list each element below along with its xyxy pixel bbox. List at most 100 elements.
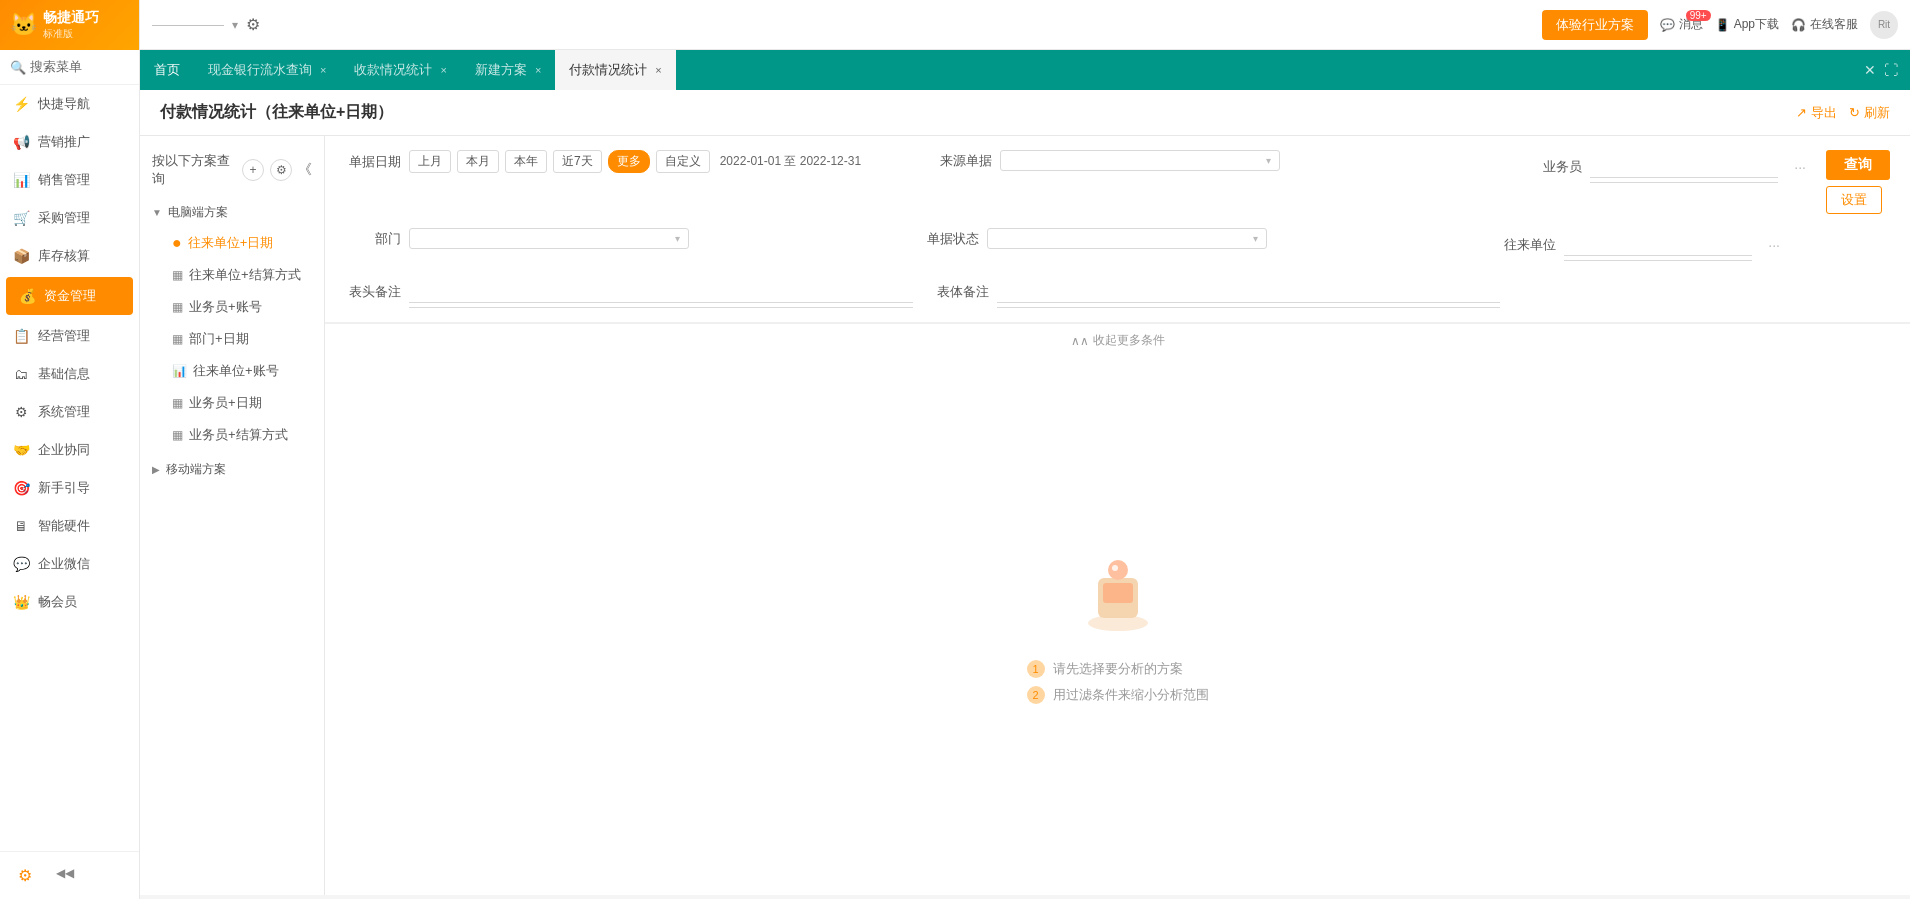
scheme-item-staff-settlement[interactable]: ▦ 业务员+结算方式 bbox=[140, 419, 324, 451]
scheme-item-staff-date[interactable]: ▦ 业务员+日期 bbox=[140, 387, 324, 419]
sidebar-item-basic[interactable]: 🗂 基础信息 bbox=[0, 355, 139, 393]
topbar-gear-icon[interactable]: ⚙ bbox=[246, 15, 260, 34]
sidebar-item-guide[interactable]: 🎯 新手引导 bbox=[0, 469, 139, 507]
member-icon: 👑 bbox=[12, 593, 30, 611]
empty-hints: 1 请先选择要分析的方案 2 用过滤条件来缩小分析范围 bbox=[1027, 660, 1209, 704]
scheme-group-desktop-title[interactable]: ▼ 电脑端方案 bbox=[140, 198, 324, 227]
quick-nav-icon: ⚡ bbox=[12, 95, 30, 113]
sidebar-item-system[interactable]: ⚙ 系统管理 bbox=[0, 393, 139, 431]
scheme-item-dept-date[interactable]: ▦ 部门+日期 bbox=[140, 323, 324, 355]
sidebar-item-member[interactable]: 👑 畅会员 bbox=[0, 583, 139, 621]
sidebar-item-marketing[interactable]: 📢 营销推广 bbox=[0, 123, 139, 161]
sidebar-item-label: 企业协同 bbox=[38, 441, 90, 459]
payment-stats-tab-label: 付款情况统计 bbox=[569, 61, 647, 79]
sidebar-item-quick-nav[interactable]: ⚡ 快捷导航 bbox=[0, 85, 139, 123]
maximize-icon[interactable]: ⛶ bbox=[1884, 62, 1898, 78]
dropdown-arrow-icon[interactable]: ▾ bbox=[232, 18, 238, 32]
staff-input[interactable] bbox=[1590, 154, 1778, 178]
scheme-item-unit-date[interactable]: ● 往来单位+日期 bbox=[140, 227, 324, 259]
sidebar-item-label: 采购管理 bbox=[38, 209, 90, 227]
hint-num-1: 1 bbox=[1027, 660, 1045, 678]
close-bank-flow-icon[interactable]: × bbox=[320, 64, 326, 76]
page-header: 付款情况统计（往来单位+日期） ↗ 导出 ↻ 刷新 bbox=[140, 90, 1910, 136]
sidebar-item-inventory[interactable]: 📦 库存核算 bbox=[0, 237, 139, 275]
scheme-collapse-icon[interactable]: 《 bbox=[298, 161, 312, 179]
marketing-icon: 📢 bbox=[12, 133, 30, 151]
query-button[interactable]: 查询 bbox=[1826, 150, 1890, 180]
trial-button[interactable]: 体验行业方案 bbox=[1542, 10, 1648, 40]
sidebar-item-label: 销售管理 bbox=[38, 171, 90, 189]
settings-button[interactable]: 设置 bbox=[1826, 186, 1882, 214]
filter-item-source: 来源单据 ▾ bbox=[936, 150, 1507, 171]
scheme-item-label: 往来单位+账号 bbox=[193, 362, 279, 380]
date-this-month-btn[interactable]: 本月 bbox=[457, 150, 499, 173]
filter-item-dept: 部门 ▾ bbox=[345, 228, 903, 249]
sidebar-item-hardware[interactable]: 🖥 智能硬件 bbox=[0, 507, 139, 545]
filter-item-header-note: 表头备注 bbox=[345, 275, 913, 308]
scheme-item-icon: ▦ bbox=[172, 300, 183, 314]
scheme-item-staff-account[interactable]: ▦ 业务员+账号 bbox=[140, 291, 324, 323]
date-last-month-btn[interactable]: 上月 bbox=[409, 150, 451, 173]
sidebar-item-label: 库存核算 bbox=[38, 247, 90, 265]
sidebar-item-operation[interactable]: 📋 经营管理 bbox=[0, 317, 139, 355]
staff-dots-icon[interactable]: ··· bbox=[1794, 159, 1806, 175]
tab-home[interactable]: 首页 bbox=[140, 50, 194, 90]
date-last-7days-btn[interactable]: 近7天 bbox=[553, 150, 602, 173]
voucher-status-select[interactable]: ▾ bbox=[987, 228, 1267, 249]
header-note-input[interactable] bbox=[409, 279, 913, 303]
tab-bank-flow[interactable]: 现金银行流水查询 × bbox=[194, 50, 340, 90]
date-more-btn[interactable]: 更多 bbox=[608, 150, 650, 173]
svg-point-4 bbox=[1112, 565, 1118, 571]
close-all-tabs-icon[interactable]: ✕ bbox=[1864, 62, 1876, 78]
close-receipt-stats-icon[interactable]: × bbox=[440, 64, 446, 76]
purchase-icon: 🛒 bbox=[12, 209, 30, 227]
system-icon: ⚙ bbox=[12, 403, 30, 421]
scheme-item-unit-settlement[interactable]: ▦ 往来单位+结算方式 bbox=[140, 259, 324, 291]
scheme-group-desktop: ▼ 电脑端方案 ● 往来单位+日期 ▦ 往来单位+结算方式 ▦ 业务员+账号 bbox=[140, 198, 324, 451]
body-note-label: 表体备注 bbox=[933, 283, 989, 301]
bank-flow-tab-label: 现金银行流水查询 bbox=[208, 61, 312, 79]
scheme-group-mobile-title[interactable]: ▶ 移动端方案 bbox=[140, 455, 324, 484]
refresh-button[interactable]: ↻ 刷新 bbox=[1849, 104, 1890, 122]
topbar-left: —————— ▾ ⚙ bbox=[152, 15, 1532, 34]
add-scheme-icon[interactable]: + bbox=[242, 159, 264, 181]
related-unit-dots-icon[interactable]: ··· bbox=[1768, 237, 1780, 253]
sidebar-collapse-icon[interactable]: ◀◀ bbox=[48, 862, 82, 889]
sidebar-settings-icon[interactable]: ⚙ bbox=[10, 862, 40, 889]
collapse-conditions-btn[interactable]: ∧∧ 收起更多条件 bbox=[325, 323, 1910, 357]
related-unit-input[interactable] bbox=[1564, 232, 1752, 256]
new-scheme-tab-label: 新建方案 bbox=[475, 61, 527, 79]
export-button[interactable]: ↗ 导出 bbox=[1796, 104, 1837, 122]
date-custom-btn[interactable]: 自定义 bbox=[656, 150, 710, 173]
scheme-active-icon: ● bbox=[172, 234, 182, 252]
sidebar-item-enterprise[interactable]: 🤝 企业协同 bbox=[0, 431, 139, 469]
scheme-item-icon: ▦ bbox=[172, 428, 183, 442]
sidebar-search[interactable]: 🔍 搜索菜单 bbox=[0, 50, 139, 85]
scheme-item-unit-account[interactable]: 📊 往来单位+账号 bbox=[140, 355, 324, 387]
sidebar-item-finance[interactable]: 💰 资金管理 bbox=[6, 277, 133, 315]
app-download-button[interactable]: 📱 App下载 bbox=[1715, 16, 1779, 33]
scheme-item-icon: ▦ bbox=[172, 332, 183, 346]
close-new-scheme-icon[interactable]: × bbox=[535, 64, 541, 76]
scheme-settings-icon[interactable]: ⚙ bbox=[270, 159, 292, 181]
message-button[interactable]: 💬 消息 99+ bbox=[1660, 16, 1703, 33]
dept-select[interactable]: ▾ bbox=[409, 228, 689, 249]
source-select[interactable]: ▾ bbox=[1000, 150, 1280, 171]
scheme-item-label: 业务员+账号 bbox=[189, 298, 262, 316]
scheme-item-label: 部门+日期 bbox=[189, 330, 249, 348]
online-service-button[interactable]: 🎧 在线客服 bbox=[1791, 16, 1858, 33]
user-avatar[interactable]: Rit bbox=[1870, 11, 1898, 39]
tab-payment-stats[interactable]: 付款情况统计 × bbox=[555, 50, 675, 90]
sidebar-item-wechat[interactable]: 💬 企业微信 bbox=[0, 545, 139, 583]
sidebar-item-sales[interactable]: 📊 销售管理 bbox=[0, 161, 139, 199]
home-tab-label: 首页 bbox=[154, 61, 180, 79]
body-note-input[interactable] bbox=[997, 279, 1501, 303]
guide-icon: 🎯 bbox=[12, 479, 30, 497]
sidebar-item-label: 企业微信 bbox=[38, 555, 90, 573]
date-this-year-btn[interactable]: 本年 bbox=[505, 150, 547, 173]
sidebar-item-purchase[interactable]: 🛒 采购管理 bbox=[0, 199, 139, 237]
tab-new-scheme[interactable]: 新建方案 × bbox=[461, 50, 555, 90]
tab-receipt-stats[interactable]: 收款情况统计 × bbox=[340, 50, 460, 90]
service-icon: 🎧 bbox=[1791, 18, 1806, 32]
close-payment-stats-icon[interactable]: × bbox=[655, 64, 661, 76]
